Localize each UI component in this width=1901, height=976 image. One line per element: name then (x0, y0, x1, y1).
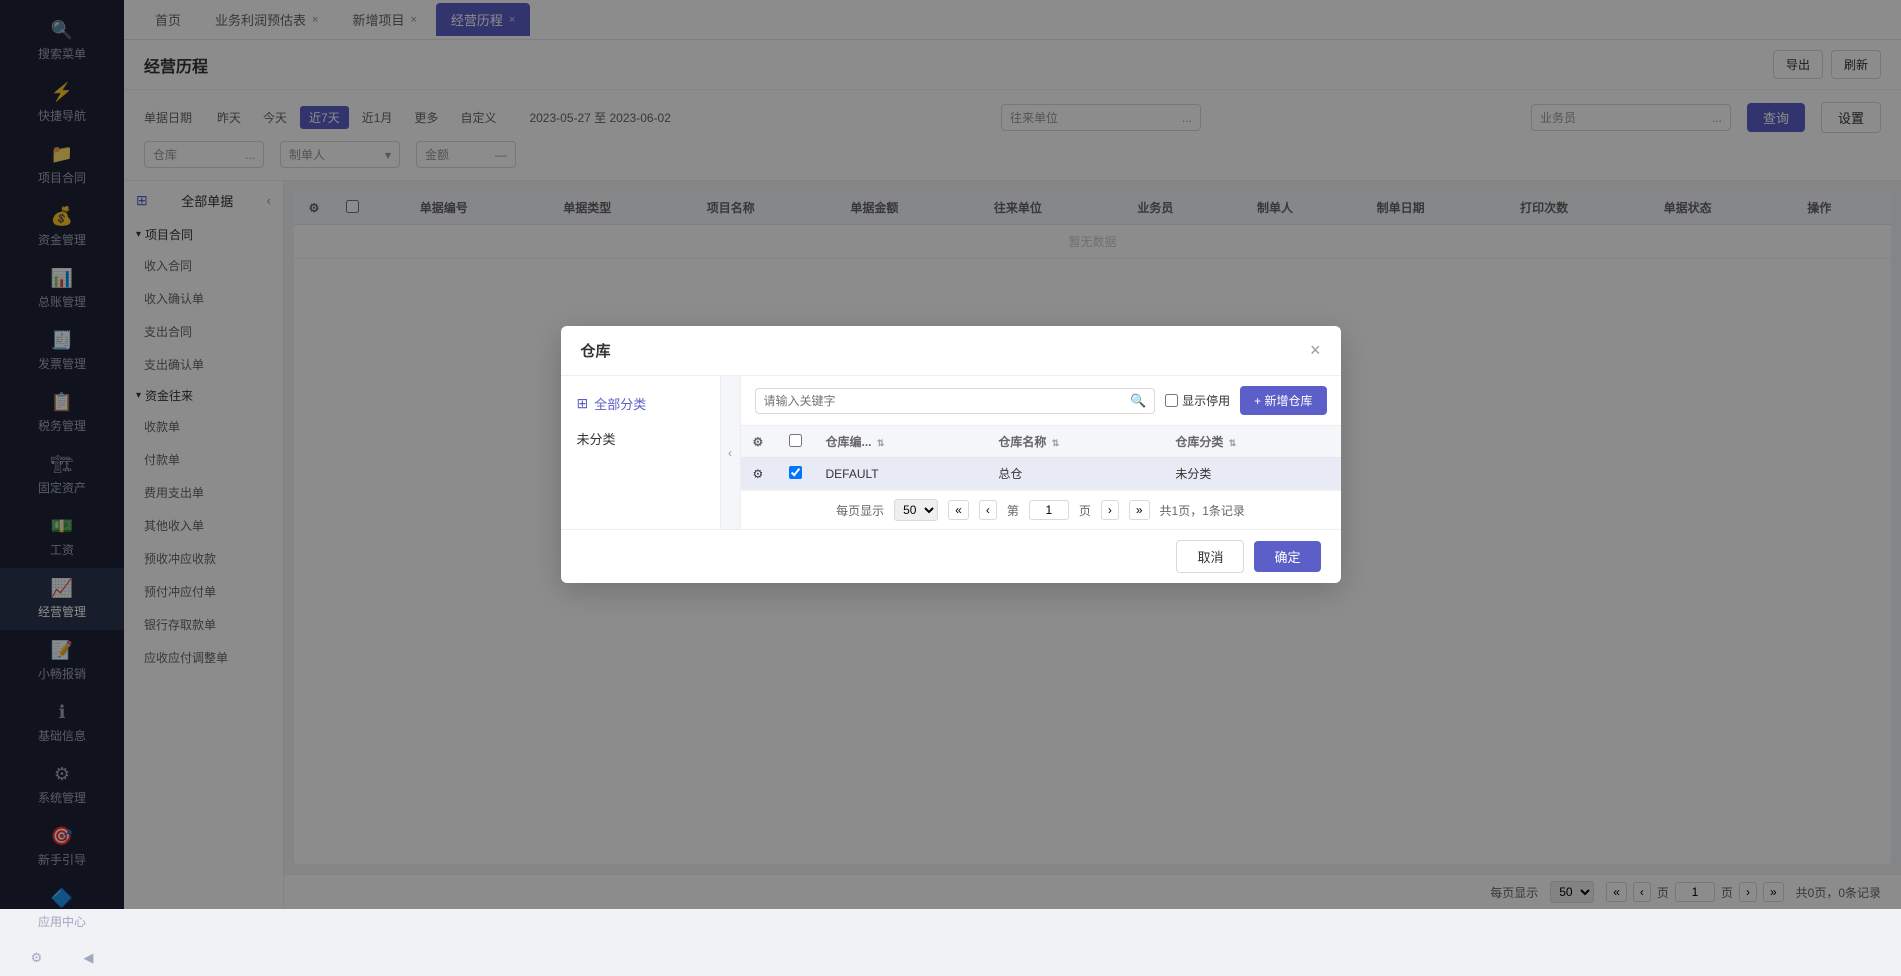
modal-search-input[interactable] (764, 394, 1124, 408)
modal-pagination: 每页显示 50 « ‹ 第 页 › » 共1页，1条记录 (741, 490, 1341, 529)
settings-icon[interactable]: ⚙ (31, 950, 43, 966)
modal-sidebar-unclassified[interactable]: 未分类 (561, 421, 720, 456)
modal-first-btn[interactable]: « (948, 500, 969, 520)
modal-col-name[interactable]: 仓库名称 ⇅ (986, 426, 1163, 458)
modal-close-button[interactable]: × (1310, 340, 1321, 361)
modal-page-input[interactable] (1029, 500, 1069, 520)
modal-col-code[interactable]: 仓库编... ⇅ (814, 426, 987, 458)
modal-next-btn[interactable]: › (1101, 500, 1119, 520)
modal-page-label: 第 (1007, 502, 1019, 519)
modal-overlay[interactable]: 仓库 × ⊞ 全部分类 未分类 ‹ (0, 0, 1901, 909)
modal-table-area: ⚙ 仓库编... ⇅ 仓库名称 ⇅ (741, 426, 1341, 490)
modal-prev-btn[interactable]: ‹ (979, 500, 997, 520)
modal-col-gear: ⚙ (741, 426, 777, 458)
modal-actions: 取消 确定 (561, 529, 1341, 583)
grid-icon: ⊞ (577, 395, 589, 412)
confirm-button[interactable]: 确定 (1254, 541, 1320, 572)
modal-sidebar-all[interactable]: ⊞ 全部分类 (561, 386, 720, 421)
row-category-cell: 未分类 (1163, 458, 1340, 490)
collapse-icon[interactable]: ◀ (83, 950, 93, 966)
add-warehouse-button[interactable]: + 新增仓库 (1240, 386, 1326, 415)
sort-arrows-code: ⇅ (877, 438, 885, 448)
modal-page-suffix: 页 (1079, 502, 1091, 519)
row-checkbox-cell[interactable] (777, 458, 814, 490)
show-disabled-label[interactable]: 显示停用 (1165, 392, 1230, 409)
sidebar-bottom: ⚙ ◀ (0, 940, 124, 976)
modal-search-box: 🔍 (755, 388, 1156, 414)
search-icon: 🔍 (1130, 393, 1146, 409)
sort-arrows-name: ⇅ (1052, 438, 1060, 448)
modal-col-checkbox (777, 426, 814, 458)
row-checkbox[interactable] (789, 466, 802, 479)
sort-arrows-category: ⇅ (1229, 438, 1237, 448)
modal-col-category[interactable]: 仓库分类 ⇅ (1163, 426, 1340, 458)
modal-sidebar-collapse-btn[interactable]: ‹ (721, 376, 741, 529)
modal-total-label: 共1页，1条记录 (1160, 502, 1245, 519)
modal-main: 🔍 显示停用 + 新增仓库 ⚙ (741, 376, 1341, 529)
modal-body: ⊞ 全部分类 未分类 ‹ 🔍 (561, 376, 1341, 529)
row-name-cell: 总仓 (986, 458, 1163, 490)
row-code-cell: DEFAULT (814, 458, 987, 490)
modal-toolbar: 🔍 显示停用 + 新增仓库 (741, 376, 1341, 426)
warehouse-modal: 仓库 × ⊞ 全部分类 未分类 ‹ (561, 326, 1341, 583)
modal-warehouse-table: ⚙ 仓库编... ⇅ 仓库名称 ⇅ (741, 426, 1341, 490)
modal-select-all[interactable] (789, 434, 802, 447)
modal-header: 仓库 × (561, 326, 1341, 376)
modal-category-sidebar: ⊞ 全部分类 未分类 (561, 376, 721, 529)
table-row[interactable]: ⚙ DEFAULT 总仓 未分类 (741, 458, 1341, 490)
modal-per-page-select[interactable]: 50 (894, 499, 938, 521)
row-gear-cell: ⚙ (741, 458, 777, 490)
modal-title: 仓库 (581, 340, 611, 361)
cancel-button[interactable]: 取消 (1176, 540, 1244, 573)
modal-last-btn[interactable]: » (1129, 500, 1150, 520)
show-disabled-checkbox[interactable] (1165, 394, 1178, 407)
